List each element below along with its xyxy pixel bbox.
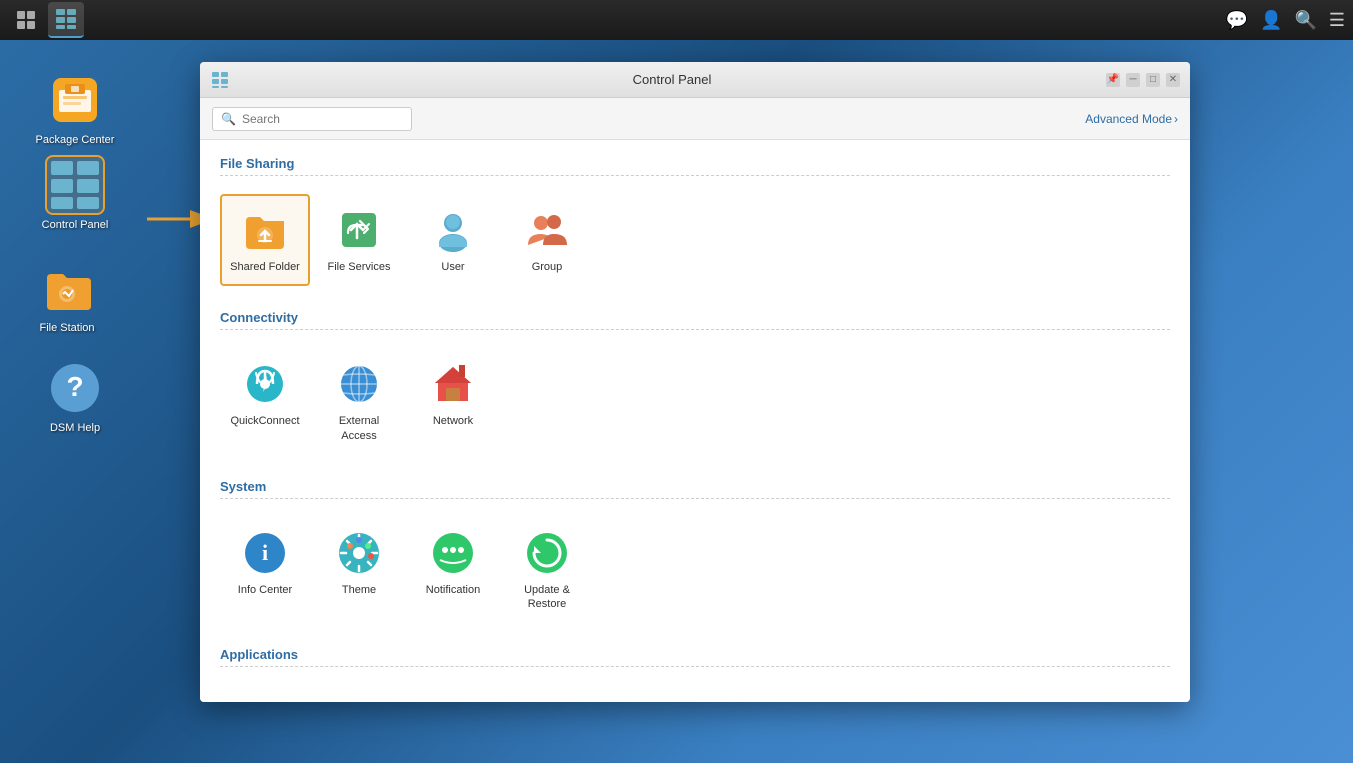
- quickconnect-icon: [241, 360, 289, 408]
- window-pin-btn[interactable]: 📌: [1106, 73, 1120, 87]
- update-restore-label: Update &Restore: [524, 583, 570, 612]
- taskbar-grid-icon[interactable]: [8, 2, 44, 38]
- external-access-label: External Access: [322, 414, 396, 443]
- file-sharing-grid: Shared Folder File Service: [220, 186, 1170, 294]
- taskbar-right: 💬 👤 🔍 ☰: [1226, 10, 1345, 31]
- menu-icon[interactable]: ☰: [1329, 10, 1345, 31]
- theme-label: Theme: [342, 583, 376, 597]
- quickconnect-label: QuickConnect: [230, 414, 299, 428]
- update-restore-icon: [523, 529, 571, 577]
- section-header-connectivity: Connectivity: [220, 310, 1170, 330]
- info-center-label: Info Center: [238, 583, 292, 597]
- desktop-icon-dsm-help[interactable]: ? DSM Help: [30, 358, 120, 435]
- search-icon-small: 🔍: [221, 112, 236, 126]
- dsm-help-label: DSM Help: [50, 422, 100, 435]
- panel-item-group[interactable]: Group: [502, 194, 592, 286]
- user-icon[interactable]: 👤: [1260, 10, 1282, 31]
- window-titlebar: Control Panel 📌 ─ □ ✕: [200, 62, 1190, 98]
- section-header-system: System: [220, 479, 1170, 499]
- section-header-file-sharing: File Sharing: [220, 156, 1170, 176]
- section-header-applications: Applications: [220, 647, 1170, 667]
- window-title-text: Control Panel: [238, 72, 1106, 87]
- group-icon: [523, 206, 571, 254]
- file-station-label: File Station: [39, 322, 94, 335]
- panel-item-indexing-service[interactable]: Indexing Service: [220, 685, 310, 702]
- panel-item-shared-folder[interactable]: Shared Folder: [220, 194, 310, 286]
- info-center-icon: i: [241, 529, 289, 577]
- window-content: File Sharing Shared Folder: [200, 140, 1190, 702]
- group-label: Group: [532, 260, 563, 274]
- window-minimize-btn[interactable]: ─: [1126, 73, 1140, 87]
- svg-text:i: i: [262, 540, 268, 565]
- panel-item-file-services[interactable]: File Services: [314, 194, 404, 286]
- search-input[interactable]: [242, 112, 403, 126]
- user-label: User: [441, 260, 464, 274]
- window-close-btn[interactable]: ✕: [1166, 73, 1180, 87]
- panel-item-user[interactable]: User: [408, 194, 498, 286]
- taskbar-controlpanel-icon[interactable]: [48, 2, 84, 38]
- panel-item-quickconnect[interactable]: QuickConnect: [220, 348, 310, 455]
- desktop-icon-package-center[interactable]: Package Center: [30, 70, 120, 147]
- network-icon: [429, 360, 477, 408]
- search-box[interactable]: 🔍: [212, 107, 412, 131]
- desktop-icon-control-panel[interactable]: Control Panel: [30, 155, 120, 232]
- panel-item-network[interactable]: Network: [408, 348, 498, 455]
- taskbar: 💬 👤 🔍 ☰: [0, 0, 1353, 40]
- svg-text:?: ?: [66, 371, 83, 402]
- panel-item-info-center[interactable]: i Info Center: [220, 517, 310, 624]
- panel-item-theme[interactable]: Theme: [314, 517, 404, 624]
- window-title-icon: [210, 70, 230, 90]
- control-panel-label: Control Panel: [42, 219, 109, 232]
- panel-item-update-restore[interactable]: Update &Restore: [502, 517, 592, 624]
- chat-icon[interactable]: 💬: [1226, 10, 1248, 31]
- desktop-icon-file-station[interactable]: File Station: [22, 258, 112, 335]
- window-toolbar: 🔍 Advanced Mode ›: [200, 98, 1190, 140]
- package-center-label: Package Center: [36, 134, 115, 147]
- user-icon: [429, 206, 477, 254]
- panel-item-notification[interactable]: Notification: [408, 517, 498, 624]
- connectivity-grid: QuickConnect External Access: [220, 340, 1170, 463]
- advanced-mode-chevron: ›: [1174, 112, 1178, 126]
- dsm-help-icon-img: ?: [45, 358, 105, 418]
- shared-folder-icon: [241, 206, 289, 254]
- network-label: Network: [433, 414, 473, 428]
- window-controls: 📌 ─ □ ✕: [1106, 73, 1180, 87]
- notification-label: Notification: [426, 583, 480, 597]
- taskbar-apps: [8, 2, 84, 38]
- window-maximize-btn[interactable]: □: [1146, 73, 1160, 87]
- search-icon[interactable]: 🔍: [1294, 10, 1316, 31]
- system-grid: i Info Center: [220, 509, 1170, 632]
- theme-icon: [335, 529, 383, 577]
- panel-item-external-access[interactable]: External Access: [314, 348, 404, 455]
- indexing-service-icon: [241, 697, 289, 702]
- shared-folder-label: Shared Folder: [230, 260, 300, 274]
- control-panel-window: Control Panel 📌 ─ □ ✕ 🔍 Advanced Mode › …: [200, 62, 1190, 702]
- advanced-mode-label: Advanced Mode: [1085, 112, 1172, 126]
- file-services-icon: [335, 206, 383, 254]
- file-station-icon-img: [37, 258, 97, 318]
- package-center-icon-img: [45, 70, 105, 130]
- external-access-icon: [335, 360, 383, 408]
- notification-icon: [429, 529, 477, 577]
- applications-grid: Indexing Service: [220, 677, 1170, 702]
- control-panel-icon-img: [45, 155, 105, 215]
- advanced-mode-link[interactable]: Advanced Mode ›: [1085, 112, 1178, 126]
- file-services-label: File Services: [328, 260, 391, 274]
